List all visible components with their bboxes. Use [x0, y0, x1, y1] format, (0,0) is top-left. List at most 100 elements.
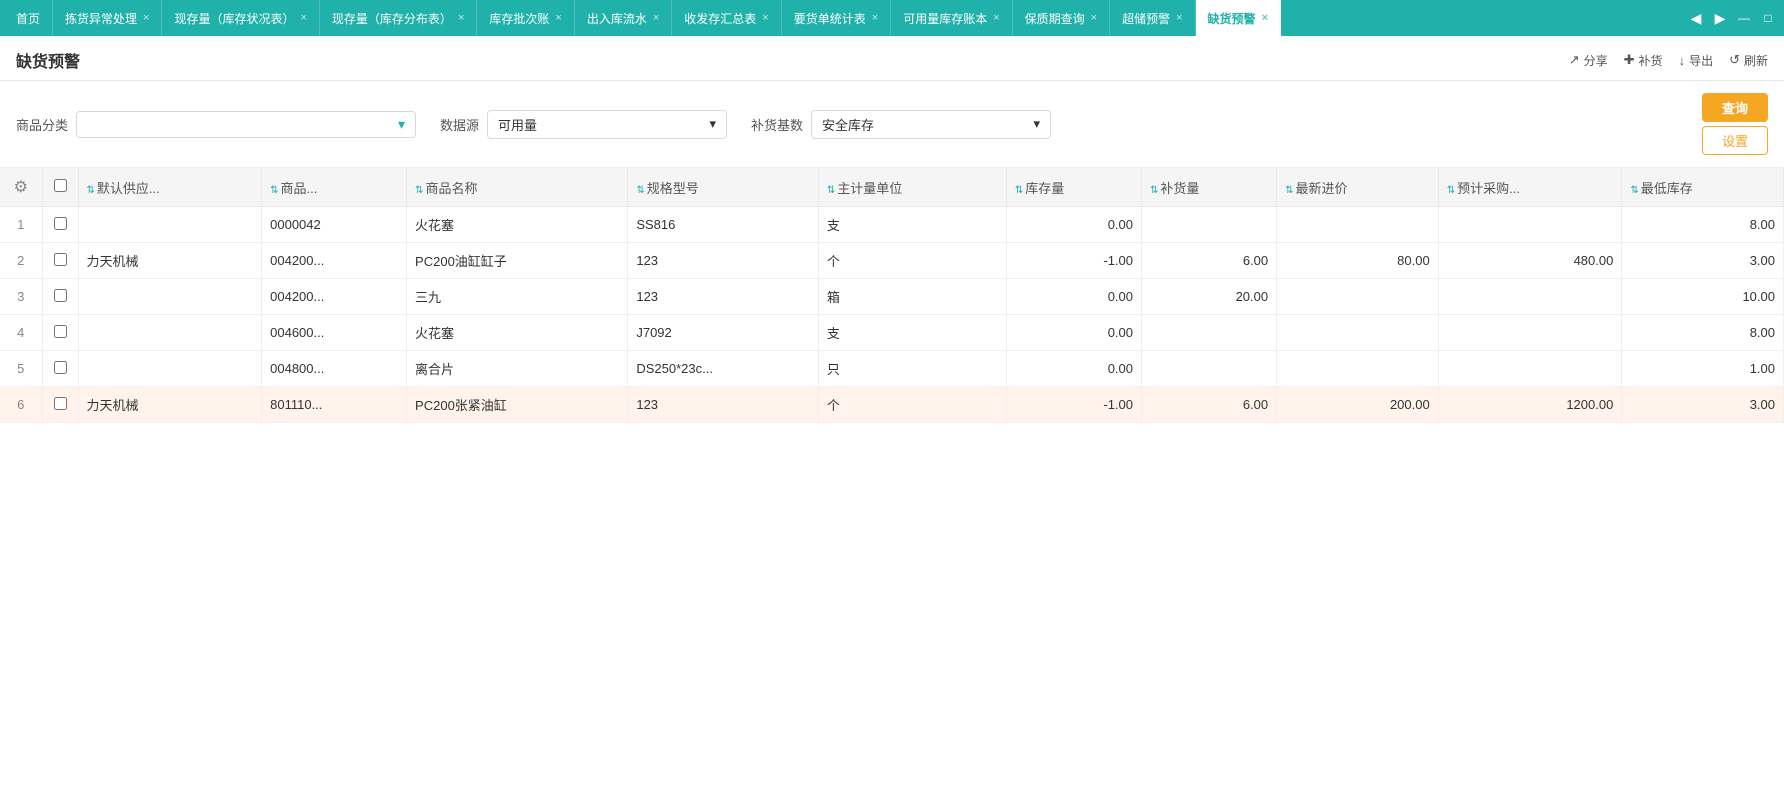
cell-name: PC200油缸缸子 — [407, 243, 628, 279]
cell-unit: 支 — [818, 207, 1006, 243]
replenish-basis-select[interactable]: 安全库存 ▾ — [811, 110, 1051, 139]
cell-replenish — [1142, 207, 1277, 243]
tab-close-batch-account[interactable]: × — [555, 12, 561, 24]
tab-batch-account[interactable]: 库存批次账× — [477, 0, 574, 36]
tab-close-receipt-summary[interactable]: × — [762, 12, 768, 24]
refresh-icon: ↺ — [1729, 52, 1740, 68]
cell-unit: 个 — [818, 387, 1006, 423]
row-checkbox[interactable] — [42, 279, 78, 315]
export-icon: ↓ — [1679, 53, 1686, 68]
tab-close-order-stat[interactable]: × — [872, 12, 878, 24]
tab-close-inout-flow[interactable]: × — [653, 12, 659, 24]
col-code[interactable]: ⇅商品... — [262, 168, 407, 207]
cell-name: 离合片 — [407, 351, 628, 387]
cell-code: 004200... — [262, 243, 407, 279]
replenish-basis-arrow-icon: ▾ — [1034, 116, 1041, 132]
cell-spec: 123 — [628, 279, 818, 315]
cell-est-purchase — [1438, 351, 1622, 387]
row-checkbox-input[interactable] — [54, 253, 67, 266]
tab-shortage[interactable]: 缺货预警× — [1196, 0, 1281, 36]
data-table: ⚙ ⇅默认供应... ⇅商品... ⇅商品名称 ⇅规格型号 ⇅主计量单位 ⇅库存… — [0, 168, 1784, 423]
col-est-purchase[interactable]: ⇅预计采购... — [1438, 168, 1622, 207]
col-name[interactable]: ⇅商品名称 — [407, 168, 628, 207]
row-checkbox-input[interactable] — [54, 325, 67, 338]
share-icon: ↗ — [1569, 52, 1580, 68]
tab-nav-right[interactable]: ▶ — [1708, 0, 1732, 36]
export-button[interactable]: ↓ 导出 — [1679, 52, 1714, 69]
cell-latest-price — [1277, 315, 1439, 351]
settings-button[interactable]: 设置 — [1702, 126, 1768, 155]
row-checkbox[interactable] — [42, 387, 78, 423]
row-checkbox-input[interactable] — [54, 397, 67, 410]
tab-minimize[interactable]: — — [1732, 0, 1756, 36]
cell-replenish: 6.00 — [1142, 243, 1277, 279]
tab-inventory-dist[interactable]: 现存量（库存分布表）× — [320, 0, 477, 36]
row-checkbox[interactable] — [42, 243, 78, 279]
row-checkbox-input[interactable] — [54, 289, 67, 302]
cell-name: PC200张紧油缸 — [407, 387, 628, 423]
tab-close-inventory-dist[interactable]: × — [458, 12, 464, 24]
row-number: 5 — [0, 351, 42, 387]
datasource-select[interactable]: 可用量 ▾ — [487, 110, 727, 139]
col-checkbox — [42, 168, 78, 207]
tab-inout-flow[interactable]: 出入库流水× — [575, 0, 672, 36]
col-unit[interactable]: ⇅主计量单位 — [818, 168, 1006, 207]
share-button[interactable]: ↗ 分享 — [1569, 52, 1608, 69]
tab-nav-left[interactable]: ◀ — [1684, 0, 1708, 36]
table-body: 10000042火花塞SS816支0.008.002力天机械004200...P… — [0, 207, 1784, 423]
cell-unit: 箱 — [818, 279, 1006, 315]
filter-bar: 商品分类 ▾ 数据源 可用量 ▾ 补货基数 安全库存 ▾ 查询 设置 — [0, 81, 1784, 168]
cell-code: 801110... — [262, 387, 407, 423]
col-stock[interactable]: ⇅库存量 — [1006, 168, 1141, 207]
tab-home[interactable]: 首页 — [4, 0, 53, 36]
replenish-button[interactable]: ✚ 补货 — [1624, 52, 1663, 69]
datasource-value: 可用量 — [498, 115, 709, 134]
cell-latest-price — [1277, 207, 1439, 243]
tab-maximize[interactable]: □ — [1756, 0, 1780, 36]
refresh-button[interactable]: ↺ 刷新 — [1729, 52, 1768, 69]
cell-code: 004800... — [262, 351, 407, 387]
row-checkbox-input[interactable] — [54, 217, 67, 230]
tab-close-exception[interactable]: × — [143, 12, 149, 24]
tab-inventory-status[interactable]: 现存量（库存状况表）× — [162, 0, 319, 36]
col-settings[interactable]: ⚙ — [0, 168, 42, 207]
row-number: 4 — [0, 315, 42, 351]
col-min-stock[interactable]: ⇅最低库存 — [1622, 168, 1784, 207]
tab-receipt-summary[interactable]: 收发存汇总表× — [672, 0, 781, 36]
tab-order-stat[interactable]: 要货单统计表× — [782, 0, 891, 36]
col-supplier[interactable]: ⇅默认供应... — [78, 168, 262, 207]
row-checkbox[interactable] — [42, 207, 78, 243]
row-checkbox[interactable] — [42, 351, 78, 387]
col-spec[interactable]: ⇅规格型号 — [628, 168, 818, 207]
col-latest-price[interactable]: ⇅最新进价 — [1277, 168, 1439, 207]
query-button[interactable]: 查询 — [1702, 93, 1768, 122]
select-all-checkbox[interactable] — [54, 179, 67, 192]
tab-overstock[interactable]: 超储预警× — [1110, 0, 1195, 36]
gear-icon[interactable]: ⚙ — [14, 179, 28, 196]
category-select[interactable]: ▾ — [76, 111, 416, 138]
tab-close-inventory-status[interactable]: × — [300, 12, 306, 24]
cell-replenish: 20.00 — [1142, 279, 1277, 315]
tab-available-ledger[interactable]: 可用量库存账本× — [891, 0, 1012, 36]
cell-latest-price: 200.00 — [1277, 387, 1439, 423]
tab-close-expiry-query[interactable]: × — [1091, 12, 1097, 24]
replenish-icon: ✚ — [1624, 52, 1635, 68]
col-replenish[interactable]: ⇅补货量 — [1142, 168, 1277, 207]
table-row: 6力天机械801110...PC200张紧油缸123个-1.006.00200.… — [0, 387, 1784, 423]
tab-exception[interactable]: 拣货异常处理× — [53, 0, 162, 36]
cell-stock: -1.00 — [1006, 387, 1141, 423]
tab-close-shortage[interactable]: × — [1262, 12, 1268, 24]
row-checkbox[interactable] — [42, 315, 78, 351]
row-number: 1 — [0, 207, 42, 243]
tab-expiry-query[interactable]: 保质期查询× — [1013, 0, 1110, 36]
cell-min-stock: 3.00 — [1622, 243, 1784, 279]
cell-latest-price — [1277, 279, 1439, 315]
tab-close-available-ledger[interactable]: × — [993, 12, 999, 24]
main-content: 缺货预警 ↗ 分享 ✚ 补货 ↓ 导出 ↺ 刷新 商品分类 — [0, 36, 1784, 796]
cell-name: 火花塞 — [407, 207, 628, 243]
row-checkbox-input[interactable] — [54, 361, 67, 374]
tab-close-overstock[interactable]: × — [1176, 12, 1182, 24]
cell-supplier — [78, 279, 262, 315]
cell-stock: 0.00 — [1006, 351, 1141, 387]
cell-est-purchase — [1438, 207, 1622, 243]
